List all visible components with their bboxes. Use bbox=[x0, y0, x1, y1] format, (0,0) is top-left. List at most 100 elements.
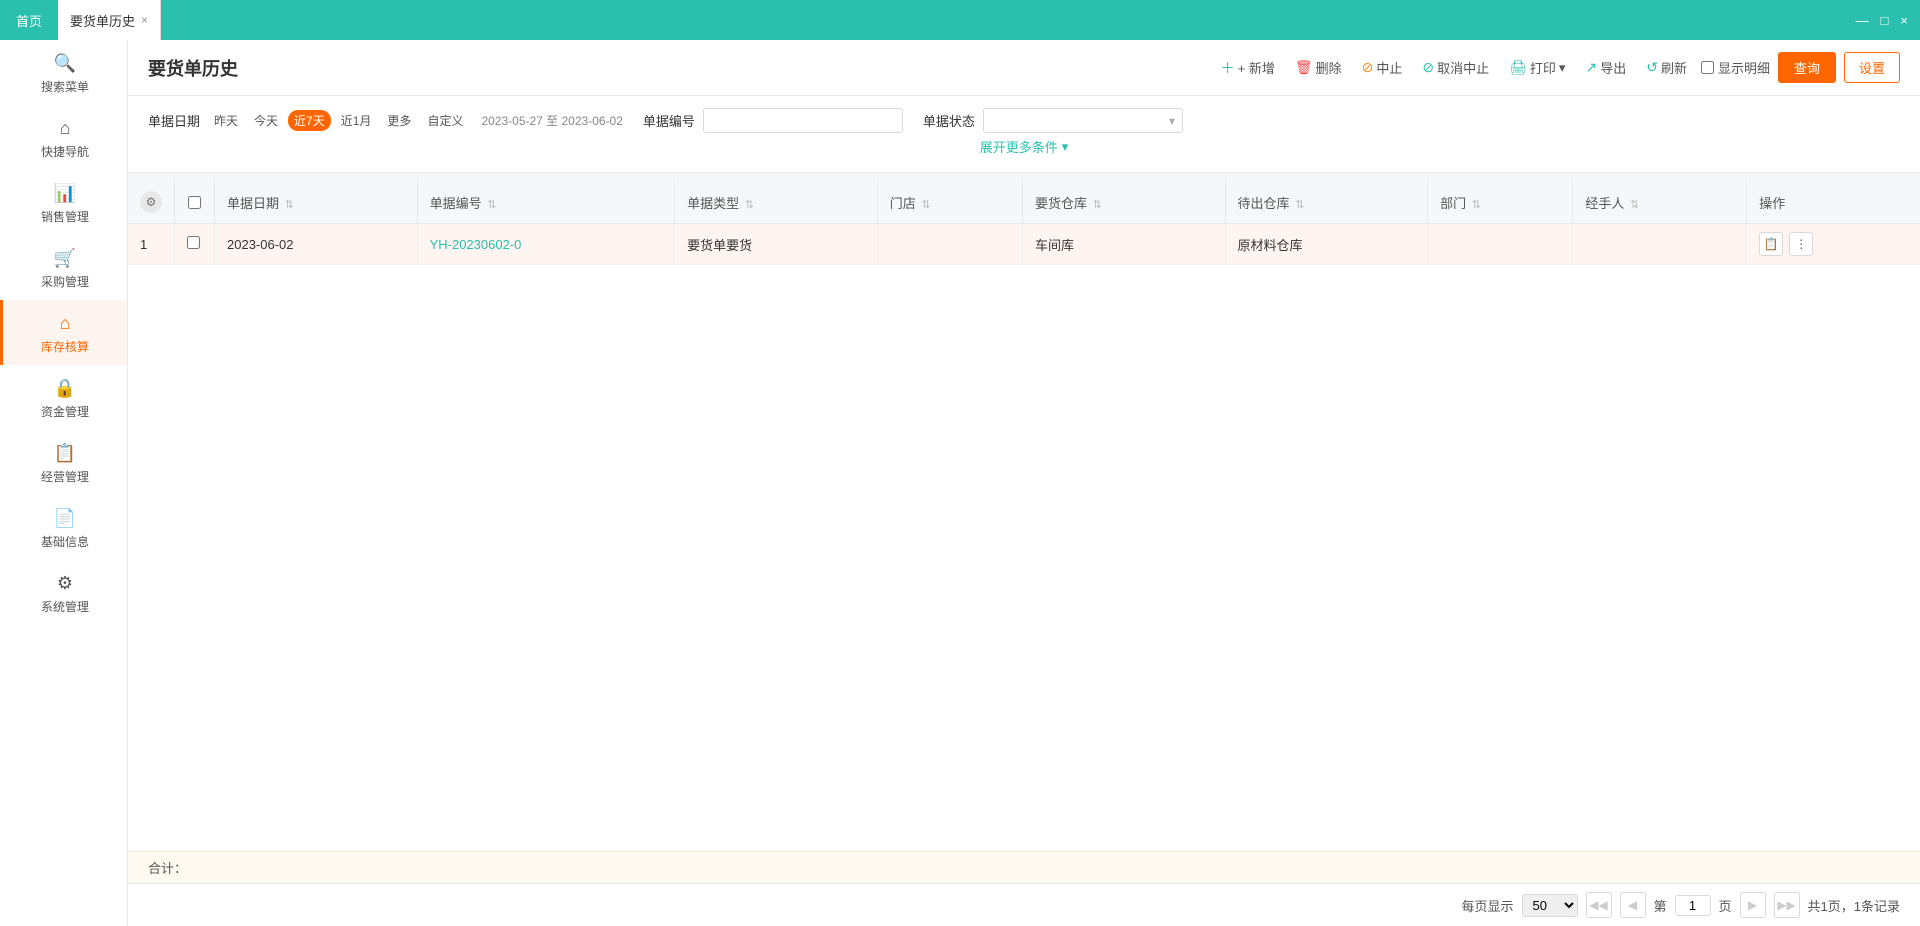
sidebar-item-purchase[interactable]: 🛒 采购管理 bbox=[0, 235, 127, 300]
date-opt-more[interactable]: 更多 bbox=[381, 110, 417, 131]
th-pending-warehouse-sort[interactable]: ⇅ bbox=[1295, 199, 1304, 211]
th-doc-number: 单据编号 ⇅ bbox=[417, 181, 675, 224]
last-page-btn[interactable]: ▶▶ bbox=[1774, 892, 1800, 918]
td-pending-warehouse: 原材料仓库 bbox=[1225, 224, 1428, 265]
active-tab[interactable]: 要货单历史 × bbox=[58, 0, 161, 40]
row-edit-btn[interactable]: 📋 bbox=[1759, 232, 1783, 256]
date-opt-custom[interactable]: 自定义 bbox=[421, 110, 469, 131]
th-department-sort[interactable]: ⇅ bbox=[1472, 199, 1481, 211]
minimize-btn[interactable]: — bbox=[1856, 13, 1869, 28]
sidebar-item-operations-label: 经营管理 bbox=[41, 468, 89, 485]
th-handler-label: 经手人 bbox=[1585, 196, 1624, 211]
th-doc-type-sort[interactable]: ⇅ bbox=[745, 199, 754, 211]
th-doc-number-label: 单据编号 bbox=[430, 196, 482, 211]
cancel-stop-button[interactable]: ⊘ 取消中止 bbox=[1416, 54, 1495, 81]
th-checkbox bbox=[175, 181, 215, 224]
sidebar-item-system[interactable]: ⚙ 系统管理 bbox=[0, 560, 127, 625]
export-button[interactable]: ↗ 导出 bbox=[1579, 54, 1632, 81]
sidebar-item-inventory-label: 库存核算 bbox=[41, 338, 89, 355]
refresh-button[interactable]: ↺ 刷新 bbox=[1640, 54, 1693, 81]
td-actions: 📋 ⋮ bbox=[1747, 224, 1920, 265]
status-select[interactable] bbox=[983, 108, 1183, 133]
page-header: 要货单历史 ＋ + 新增 🗑 删除 ⊘ 中止 ⊘ 取消中止 bbox=[128, 40, 1920, 96]
first-page-btn[interactable]: ◀◀ bbox=[1586, 892, 1612, 918]
td-store bbox=[877, 224, 1022, 265]
th-doc-type-label: 单据类型 bbox=[687, 196, 739, 211]
filter-row: 单据日期 昨天 今天 近7天 近1月 更多 自定义 2023-05-27 至 2… bbox=[148, 108, 1900, 133]
search-menu-icon: 🔍 bbox=[54, 52, 76, 74]
th-doc-type: 单据类型 ⇅ bbox=[675, 181, 878, 224]
query-button[interactable]: 查询 bbox=[1778, 52, 1836, 83]
th-doc-date-sort[interactable]: ⇅ bbox=[285, 199, 294, 211]
top-bar: 首页 要货单历史 × — □ × bbox=[0, 0, 1920, 40]
doc-number-link[interactable]: YH-20230602-0 bbox=[430, 237, 522, 252]
total-pages-info: 共1页，1条记录 bbox=[1808, 896, 1900, 915]
td-num: 1 bbox=[128, 224, 175, 265]
new-button[interactable]: ＋ + 新增 bbox=[1215, 54, 1281, 82]
sidebar-item-system-label: 系统管理 bbox=[41, 598, 89, 615]
inventory-icon: ⌂ bbox=[54, 312, 76, 334]
sidebar-item-inventory[interactable]: ⌂ 库存核算 bbox=[0, 300, 127, 365]
th-settings: ⚙ bbox=[128, 181, 175, 224]
close-btn[interactable]: × bbox=[1900, 13, 1908, 28]
date-opt-1month[interactable]: 近1月 bbox=[335, 110, 378, 131]
select-all-checkbox[interactable] bbox=[188, 196, 201, 209]
sidebar-item-search[interactable]: 🔍 搜索菜单 bbox=[0, 40, 127, 105]
print-button[interactable]: 🖨 打印 ▾ bbox=[1503, 54, 1571, 81]
sidebar-item-operations[interactable]: 📋 经营管理 bbox=[0, 430, 127, 495]
td-department bbox=[1428, 224, 1573, 265]
th-doc-number-sort[interactable]: ⇅ bbox=[487, 199, 496, 211]
print-icon: 🖨 bbox=[1509, 59, 1527, 76]
export-icon: ↗ bbox=[1585, 59, 1597, 76]
per-page-label: 每页显示 bbox=[1461, 896, 1513, 915]
display-detail-check[interactable] bbox=[1701, 61, 1714, 74]
sidebar-item-purchase-label: 采购管理 bbox=[41, 273, 89, 290]
th-department: 部门 ⇅ bbox=[1428, 181, 1573, 224]
th-store-sort[interactable]: ⇅ bbox=[921, 199, 930, 211]
status-label: 单据状态 bbox=[923, 111, 975, 130]
prev-page-btn[interactable]: ◀ bbox=[1620, 892, 1646, 918]
sidebar-item-basicinfo[interactable]: 📄 基础信息 bbox=[0, 495, 127, 560]
th-action: 操作 bbox=[1747, 181, 1920, 224]
per-page-select[interactable]: 10 20 50 100 bbox=[1522, 894, 1578, 917]
filter-docnumber-item: 单据编号 bbox=[643, 108, 903, 133]
row-more-btn[interactable]: ⋮ bbox=[1789, 232, 1813, 256]
docnumber-input[interactable] bbox=[703, 108, 903, 133]
expand-more-btn[interactable]: 展开更多条件 ▾ bbox=[148, 133, 1900, 160]
tab-close-icon[interactable]: × bbox=[141, 13, 148, 27]
th-req-warehouse-sort[interactable]: ⇅ bbox=[1093, 199, 1102, 211]
next-page-btn[interactable]: ▶ bbox=[1740, 892, 1766, 918]
setting-button[interactable]: 设置 bbox=[1844, 52, 1900, 83]
page-number-input[interactable] bbox=[1675, 895, 1711, 916]
sales-icon: 📊 bbox=[54, 182, 76, 204]
th-pending-warehouse-label: 待出仓库 bbox=[1238, 196, 1290, 211]
sidebar-item-quicknav[interactable]: ⌂ 快捷导航 bbox=[0, 105, 127, 170]
table-header-row: ⚙ 单据日期 ⇅ 单据编号 ⇅ bbox=[128, 181, 1920, 224]
maximize-btn[interactable]: □ bbox=[1881, 13, 1889, 28]
stop-button[interactable]: ⊘ 中止 bbox=[1356, 54, 1409, 81]
home-tab[interactable]: 首页 bbox=[0, 0, 58, 40]
th-req-warehouse-label: 要货仓库 bbox=[1035, 196, 1087, 211]
row-checkbox[interactable] bbox=[187, 236, 200, 249]
date-opt-7days[interactable]: 近7天 bbox=[288, 110, 331, 131]
th-doc-date-label: 单据日期 bbox=[227, 196, 279, 211]
refresh-label: 刷新 bbox=[1661, 58, 1687, 77]
pagination: 每页显示 10 20 50 100 ◀◀ ◀ 第 页 ▶ ▶▶ 共1页，1条记录 bbox=[128, 883, 1920, 926]
delete-button[interactable]: 🗑 删除 bbox=[1289, 54, 1348, 81]
th-pending-warehouse: 待出仓库 ⇅ bbox=[1225, 181, 1428, 224]
date-opt-yesterday[interactable]: 昨天 bbox=[208, 110, 244, 131]
th-handler-sort[interactable]: ⇅ bbox=[1630, 199, 1639, 211]
date-opt-today[interactable]: 今天 bbox=[248, 110, 284, 131]
export-label: 导出 bbox=[1600, 58, 1626, 77]
table-area: ⚙ 单据日期 ⇅ 单据编号 ⇅ bbox=[128, 181, 1920, 851]
td-doc-type: 要货单要货 bbox=[675, 224, 878, 265]
purchase-icon: 🛒 bbox=[54, 247, 76, 269]
finance-icon: 🔒 bbox=[54, 377, 76, 399]
main-layout: 🔍 搜索菜单 ⌂ 快捷导航 📊 销售管理 🛒 采购管理 ⌂ 库存核算 🔒 资金管… bbox=[0, 40, 1920, 926]
sidebar-item-sales[interactable]: 📊 销售管理 bbox=[0, 170, 127, 235]
page-title: 要货单历史 bbox=[148, 55, 238, 81]
display-detail-checkbox[interactable]: 显示明细 bbox=[1701, 58, 1770, 77]
table-settings-icon[interactable]: ⚙ bbox=[140, 191, 162, 213]
sidebar-item-finance[interactable]: 🔒 资金管理 bbox=[0, 365, 127, 430]
cancel-stop-icon: ⊘ bbox=[1422, 59, 1434, 76]
